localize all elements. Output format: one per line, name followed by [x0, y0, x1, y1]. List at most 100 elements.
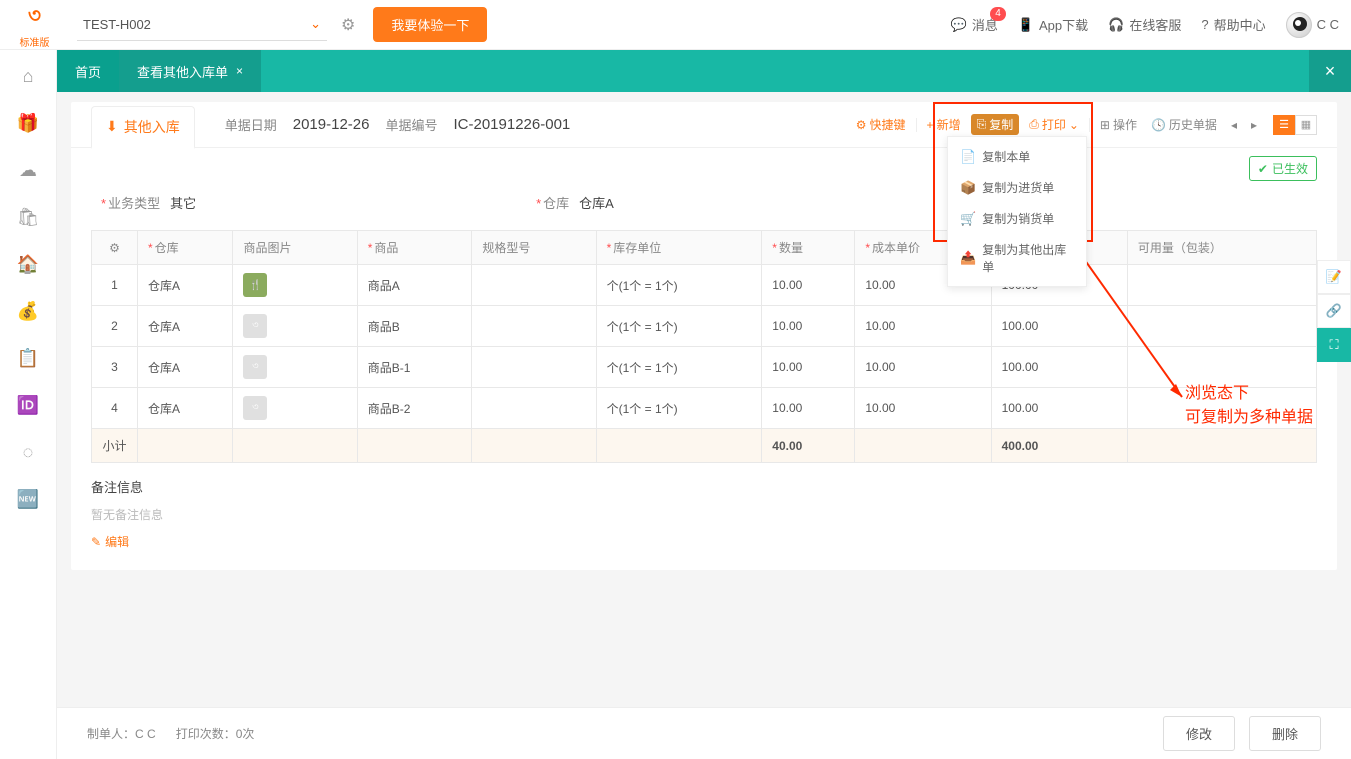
gear-column[interactable]: ⚙: [92, 231, 138, 265]
help-center-link[interactable]: ? 帮助中心: [1201, 15, 1265, 34]
dd-copy-sales[interactable]: 🛒复制为销货单: [948, 203, 1086, 234]
logo-text: 标准版: [20, 34, 50, 49]
tab-current[interactable]: 查看其他入库单 ×: [119, 50, 261, 92]
dd-copy-outbound[interactable]: 📤复制为其他出库单: [948, 234, 1086, 282]
annotation-text: 浏览态下 可复制为多种单据: [1185, 382, 1313, 430]
product-image-icon: ৩: [243, 396, 267, 420]
prev-button[interactable]: ◂: [1227, 116, 1241, 134]
help-center-label: 帮助中心: [1214, 15, 1266, 34]
table-row[interactable]: 3仓库A৩商品B-1个(1个 = 1个)10.0010.00100.00: [92, 347, 1317, 388]
table-row[interactable]: 4仓库A৩商品B-2个(1个 = 1个)10.0010.00100.00: [92, 388, 1317, 429]
logo[interactable]: ৩ 标准版: [12, 1, 57, 49]
main-panel: ⬇ 其他入库 单据日期 2019-12-26 单据编号 IC-20191226-…: [71, 102, 1337, 570]
box-icon: 📦: [960, 180, 976, 196]
print-button[interactable]: ⎙打印⌄: [1025, 114, 1083, 135]
history-button[interactable]: 🕓历史单据: [1147, 114, 1221, 135]
col-image: 商品图片: [233, 231, 357, 265]
col-spec: 规格型号: [472, 231, 596, 265]
new-button[interactable]: +新增: [923, 114, 965, 135]
org-selector[interactable]: TEST-H002 ⌄: [77, 9, 327, 41]
tab-home[interactable]: 首页: [57, 50, 119, 92]
app-download-link[interactable]: 📱 App下载: [1018, 15, 1088, 34]
remarks-title: 备注信息: [91, 477, 1317, 496]
print-icon: ⎙: [1029, 117, 1039, 132]
gear-icon[interactable]: ⚙: [341, 15, 355, 35]
message-icon: 💬: [951, 17, 967, 33]
delete-button[interactable]: 删除: [1249, 716, 1321, 751]
col-qty: *数量: [762, 231, 855, 265]
code-label: 单据编号: [385, 115, 437, 134]
edit-icon: ✎: [91, 535, 101, 549]
product-image-icon: ৩: [243, 314, 267, 338]
user-menu[interactable]: C C: [1286, 12, 1339, 38]
warehouse-field: *仓库 仓库A: [536, 193, 614, 212]
table-row[interactable]: 1仓库A🍴商品A个(1个 = 1个)10.0010.00100.00: [92, 265, 1317, 306]
operate-button[interactable]: ⊞操作: [1096, 114, 1141, 135]
phone-icon: 📱: [1018, 17, 1034, 33]
chevron-down-icon: ⌄: [1069, 118, 1079, 132]
items-table: ⚙ *仓库 商品图片 *商品 规格型号 *库存单位 *数量 *成本单价 *成本金…: [91, 230, 1317, 463]
modify-button[interactable]: 修改: [1163, 716, 1235, 751]
sidebar-new-icon[interactable]: 🆕: [17, 489, 39, 510]
col-product: *商品: [357, 231, 472, 265]
inbound-icon: ⬇: [106, 118, 118, 135]
creator-info: 制单人：C C: [87, 725, 156, 742]
biz-type-field: *业务类型 其它: [101, 193, 196, 212]
tabbar: 首页 查看其他入库单 × ×: [57, 50, 1351, 92]
doc-icon: 📄: [960, 149, 976, 165]
grid-icon: ⊞: [1100, 118, 1110, 132]
app-download-label: App下载: [1039, 15, 1088, 34]
online-service-label: 在线客服: [1129, 15, 1181, 34]
sidebar-house-icon[interactable]: 🏠: [17, 254, 39, 275]
right-float-bar: 📝 🔗 ⛶: [1317, 260, 1351, 362]
float-link-icon[interactable]: 🔗: [1317, 294, 1351, 328]
tab-current-label: 查看其他入库单: [137, 62, 228, 81]
edit-remarks-button[interactable]: ✎编辑: [91, 533, 1317, 550]
headset-icon: 🎧: [1108, 17, 1124, 33]
sidebar-money-icon[interactable]: 💰: [17, 301, 39, 322]
view-list-button[interactable]: ☰: [1273, 115, 1295, 135]
float-expand-icon[interactable]: ⛶: [1317, 328, 1351, 362]
copy-button[interactable]: ⎘复制: [971, 114, 1020, 135]
gear-icon: ⚙: [856, 118, 867, 132]
col-available: 可用量（包装）: [1127, 231, 1316, 265]
panel-tab[interactable]: ⬇ 其他入库: [91, 106, 195, 149]
sidebar-home-icon[interactable]: ⌂: [23, 66, 34, 87]
sidebar-clipboard-icon[interactable]: 📋: [17, 348, 39, 369]
dd-copy-this[interactable]: 📄复制本单: [948, 141, 1086, 172]
sidebar-cloud-icon[interactable]: ☁: [19, 160, 37, 181]
dd-copy-purchase[interactable]: 📦复制为进货单: [948, 172, 1086, 203]
history-icon: 🕓: [1151, 118, 1166, 132]
user-name: C C: [1317, 17, 1339, 32]
close-all-tabs[interactable]: ×: [1309, 50, 1351, 92]
float-note-icon[interactable]: 📝: [1317, 260, 1351, 294]
sidebar-gift-icon[interactable]: 🎁: [17, 113, 39, 134]
print-count-info: 打印次数：0次: [176, 725, 255, 742]
footer: 制单人：C C 打印次数：0次 修改 删除: [57, 707, 1351, 759]
logo-icon: ৩: [28, 1, 41, 34]
product-image-icon: 🍴: [243, 273, 267, 297]
next-button[interactable]: ▸: [1247, 116, 1261, 134]
try-button[interactable]: 我要体验一下: [373, 7, 487, 42]
cart-icon: 🛒: [960, 211, 976, 227]
sidebar-refresh-icon[interactable]: ◌: [23, 442, 34, 463]
date-label: 单据日期: [225, 115, 277, 134]
col-unit: *库存单位: [596, 231, 762, 265]
chevron-down-icon: ⌄: [310, 16, 321, 32]
out-icon: 📤: [960, 250, 976, 266]
sidebar-bag-icon[interactable]: 🛍: [17, 207, 40, 228]
shortcut-button[interactable]: ⚙快捷键: [852, 114, 910, 135]
view-card-button[interactable]: ▦: [1295, 115, 1317, 135]
messages-badge: 4: [990, 7, 1006, 21]
messages-link[interactable]: 💬 消息 4: [951, 15, 998, 34]
col-warehouse: *仓库: [138, 231, 233, 265]
table-row[interactable]: 2仓库A৩商品B个(1个 = 1个)10.0010.00100.00: [92, 306, 1317, 347]
close-icon[interactable]: ×: [236, 64, 243, 78]
help-icon: ?: [1201, 17, 1208, 32]
sidebar-id-icon[interactable]: 🆔: [17, 395, 39, 416]
code-value: IC-20191226-001: [454, 116, 571, 133]
subtotal-row: 小计40.00400.00: [92, 429, 1317, 463]
doc-info: 单据日期 2019-12-26 单据编号 IC-20191226-001: [225, 115, 571, 134]
online-service-link[interactable]: 🎧 在线客服: [1108, 15, 1181, 34]
product-image-icon: ৩: [243, 355, 267, 379]
